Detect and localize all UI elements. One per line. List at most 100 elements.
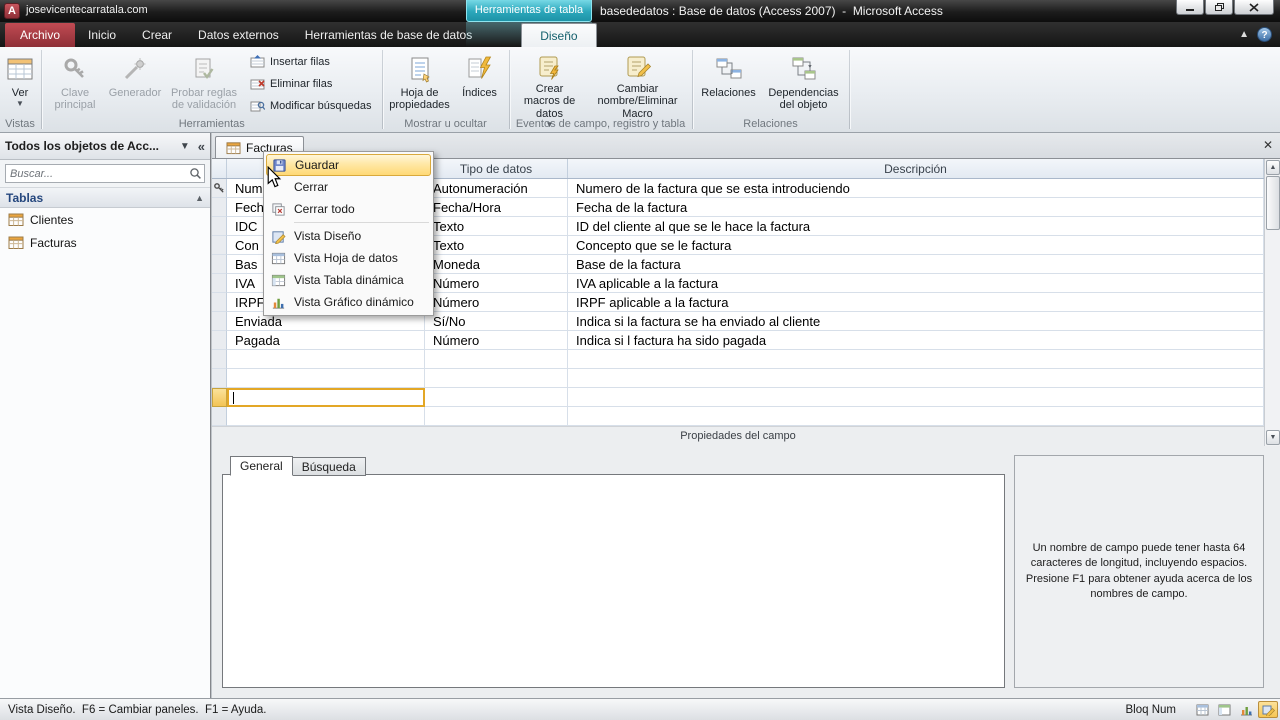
chevron-down-icon[interactable]: ▼: [180, 141, 190, 152]
pivotchart-view-button[interactable]: [1236, 701, 1256, 718]
field-type-cell[interactable]: Número: [425, 274, 568, 293]
tab-inicio[interactable]: Inicio: [75, 23, 129, 47]
field-name-cell[interactable]: [227, 350, 425, 369]
access-app-icon[interactable]: A: [4, 3, 20, 19]
field-desc-cell[interactable]: Base de la factura: [568, 255, 1264, 274]
pivottable-view-icon: [269, 272, 287, 288]
eliminar-filas-button[interactable]: Eliminar filas: [244, 74, 378, 94]
tab-crear[interactable]: Crear: [129, 23, 185, 47]
nav-item-facturas[interactable]: Facturas: [0, 231, 210, 254]
field-desc-cell[interactable]: [568, 407, 1264, 426]
field-desc-cell[interactable]: Numero de la factura que se esta introdu…: [568, 179, 1264, 198]
search-icon[interactable]: [189, 167, 202, 180]
active-field-name-cell[interactable]: [227, 388, 425, 407]
row-selector[interactable]: [212, 179, 227, 198]
menu-item-guardar[interactable]: Guardar: [266, 154, 431, 176]
modificar-busquedas-button[interactable]: Modificar búsquedas: [244, 96, 378, 116]
menu-item-vista-hoja-datos[interactable]: Vista Hoja de datos: [266, 247, 431, 269]
property-sheet[interactable]: [222, 474, 1005, 688]
field-type-cell[interactable]: [425, 388, 568, 407]
menu-item-vista-diseno[interactable]: Vista Diseño: [266, 225, 431, 247]
close-button[interactable]: [1234, 0, 1274, 15]
row-selector[interactable]: [212, 198, 227, 217]
lookup-icon: [250, 99, 265, 113]
field-type-cell[interactable]: [425, 350, 568, 369]
field-name-cell[interactable]: Pagada: [227, 331, 425, 350]
ribbon-group-herramientas: Clave principal Generador Probar reglas …: [43, 47, 381, 132]
nav-pane-header[interactable]: Todos los objetos de Acc... ▼ «: [0, 133, 210, 160]
menu-item-vista-grafico-dinamico[interactable]: Vista Gráfico dinámico: [266, 291, 431, 313]
field-desc-cell[interactable]: [568, 388, 1264, 407]
nav-item-clientes[interactable]: Clientes: [0, 208, 210, 231]
help-icon[interactable]: ?: [1257, 27, 1272, 42]
field-type-cell[interactable]: Moneda: [425, 255, 568, 274]
relaciones-button[interactable]: Relaciones: [697, 49, 761, 117]
datasheet-view-button[interactable]: [1192, 701, 1212, 718]
group-separator: [41, 50, 42, 129]
tab-diseno[interactable]: Diseño: [521, 23, 597, 47]
row-selector[interactable]: [212, 274, 227, 293]
tab-busqueda[interactable]: Búsqueda: [291, 457, 366, 476]
field-type-cell[interactable]: Número: [425, 331, 568, 350]
pivottable-view-button[interactable]: [1214, 701, 1234, 718]
field-desc-cell[interactable]: Concepto que se le factura: [568, 236, 1264, 255]
field-desc-cell[interactable]: Fecha de la factura: [568, 198, 1264, 217]
menu-item-cerrar-todo[interactable]: Cerrar todo: [266, 198, 431, 220]
row-selector[interactable]: [212, 236, 227, 255]
field-desc-cell[interactable]: IVA aplicable a la factura: [568, 274, 1264, 293]
field-name-cell[interactable]: [227, 369, 425, 388]
ver-button[interactable]: Ver ▼: [3, 49, 37, 117]
menu-item-cerrar[interactable]: Cerrar: [266, 176, 431, 198]
close-document-icon[interactable]: ✕: [1263, 138, 1273, 152]
vertical-scrollbar[interactable]: ▲ ▼: [1264, 159, 1280, 446]
field-type-cell[interactable]: Texto: [425, 217, 568, 236]
menu-label: Vista Hoja de datos: [294, 251, 398, 265]
search-input[interactable]: [5, 164, 205, 183]
nav-section-tablas[interactable]: Tablas ▲: [0, 188, 210, 208]
insertar-filas-button[interactable]: Insertar filas: [244, 52, 378, 72]
field-type-cell[interactable]: Autonumeración: [425, 179, 568, 198]
field-type-cell[interactable]: Fecha/Hora: [425, 198, 568, 217]
collapse-pane-icon[interactable]: «: [198, 139, 205, 154]
scroll-up-icon[interactable]: ▲: [1266, 160, 1280, 175]
indices-button[interactable]: Índices: [455, 49, 505, 117]
row-selector[interactable]: [212, 255, 227, 274]
dependencias-button[interactable]: Dependencias del objeto: [763, 49, 845, 117]
tab-archivo[interactable]: Archivo: [5, 23, 76, 47]
field-type-cell[interactable]: Texto: [425, 236, 568, 255]
field-desc-cell[interactable]: Indica si la factura se ha enviado al cl…: [568, 312, 1264, 331]
row-selector[interactable]: [212, 369, 227, 388]
design-view-button[interactable]: [1258, 701, 1278, 718]
minimize-button[interactable]: [1176, 0, 1204, 15]
field-type-cell[interactable]: Sí/No: [425, 312, 568, 331]
row-selector[interactable]: [212, 293, 227, 312]
scroll-down-icon[interactable]: ▼: [1266, 430, 1280, 445]
field-desc-cell[interactable]: IRPF aplicable a la factura: [568, 293, 1264, 312]
cambiar-nombre-button[interactable]: Cambiar nombre/Eliminar Macro: [588, 49, 688, 120]
nav-item-label: Facturas: [30, 235, 77, 250]
field-desc-cell[interactable]: Indica si l factura ha sido pagada: [568, 331, 1264, 350]
field-type-cell[interactable]: [425, 407, 568, 426]
field-type-cell[interactable]: Número: [425, 293, 568, 312]
field-desc-cell[interactable]: [568, 350, 1264, 369]
field-type-cell[interactable]: [425, 369, 568, 388]
crear-macros-label: Crear macros de datos: [523, 83, 576, 120]
field-desc-cell[interactable]: [568, 369, 1264, 388]
field-name-cell[interactable]: [227, 407, 425, 426]
minimize-ribbon-icon[interactable]: ▲: [1239, 29, 1249, 40]
field-desc-cell[interactable]: ID del cliente al que se le hace la fact…: [568, 217, 1264, 236]
restore-button[interactable]: [1205, 0, 1233, 15]
hoja-propiedades-button[interactable]: Hoja de propiedades: [387, 49, 453, 117]
row-selector[interactable]: [212, 312, 227, 331]
menu-item-vista-tabla-dinamica[interactable]: Vista Tabla dinámica: [266, 269, 431, 291]
tab-herramientas-bd[interactable]: Herramientas de base de datos: [292, 23, 485, 47]
crear-macros-button[interactable]: Crear macros de datos ▼: [514, 49, 586, 129]
active-row-selector[interactable]: [212, 388, 227, 407]
row-selector[interactable]: [212, 331, 227, 350]
row-selector[interactable]: [212, 350, 227, 369]
row-selector[interactable]: [212, 217, 227, 236]
scrollbar-thumb[interactable]: [1266, 176, 1280, 230]
tab-datos-externos[interactable]: Datos externos: [185, 23, 292, 47]
tab-general[interactable]: General: [230, 456, 293, 476]
row-selector[interactable]: [212, 407, 227, 426]
